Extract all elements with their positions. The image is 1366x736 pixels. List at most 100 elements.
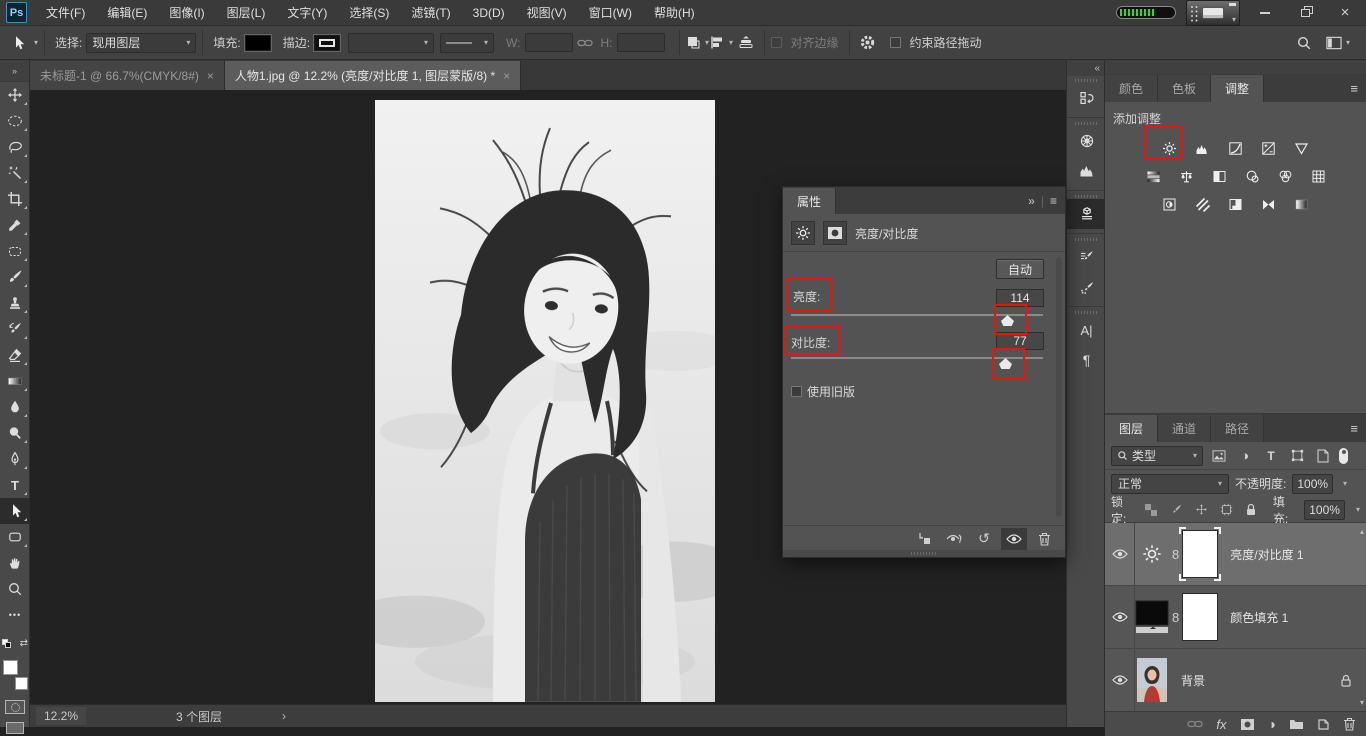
shape-tool-button[interactable] bbox=[0, 524, 30, 550]
character-panel-button[interactable]: A| bbox=[1067, 315, 1106, 345]
close-icon[interactable]: × bbox=[503, 69, 510, 83]
layer-style-fx-icon[interactable]: fx bbox=[1216, 717, 1226, 732]
panel-menu-icon[interactable]: ≡ bbox=[1342, 421, 1366, 436]
layer-mask-link-icon[interactable]: 8 bbox=[1172, 610, 1179, 625]
menu-view[interactable]: 视图(V) bbox=[516, 0, 578, 26]
threshold-adjustment-button[interactable] bbox=[1224, 193, 1248, 215]
mask-icon[interactable] bbox=[823, 221, 847, 245]
dodge-tool-button[interactable] bbox=[0, 420, 30, 446]
layer-name[interactable]: 背景 bbox=[1181, 672, 1205, 689]
document-tab-portrait[interactable]: 人物1.jpg @ 12.2% (亮度/对比度 1, 图层蒙版/8) * × bbox=[225, 61, 521, 90]
width-field[interactable] bbox=[525, 33, 573, 52]
menu-select[interactable]: 选择(S) bbox=[338, 0, 400, 26]
brush-tool-button[interactable] bbox=[0, 264, 30, 290]
status-arrow-button[interactable]: › bbox=[282, 709, 286, 723]
layer-filter-toggle[interactable] bbox=[1339, 448, 1348, 464]
path-arrangement-icon[interactable] bbox=[734, 32, 758, 54]
fill-chevron-icon[interactable]: ▾ bbox=[1356, 505, 1360, 514]
crop-tool-button[interactable] bbox=[0, 186, 30, 212]
fill-color-swatch[interactable] bbox=[245, 35, 271, 51]
layer-row-background[interactable]: 背景 ▾ bbox=[1105, 649, 1366, 711]
levels-adjustment-button[interactable] bbox=[1191, 137, 1215, 159]
tool-preset-chevron-icon[interactable]: ▾ bbox=[34, 38, 38, 47]
curves-adjustment-button[interactable] bbox=[1224, 137, 1248, 159]
stroke-color-swatch[interactable] bbox=[314, 35, 340, 51]
layer-visibility-toggle[interactable] bbox=[1105, 523, 1135, 585]
toggle-visibility-icon[interactable] bbox=[1001, 528, 1027, 550]
window-close-button[interactable]: × bbox=[1330, 3, 1360, 23]
color-lookup-adjustment-button[interactable] bbox=[1306, 165, 1330, 187]
opacity-chevron-icon[interactable]: ▾ bbox=[1343, 479, 1347, 488]
move-tool-button[interactable] bbox=[0, 82, 30, 108]
layer-name[interactable]: 颜色填充 1 bbox=[1230, 609, 1288, 626]
use-legacy-checkbox[interactable] bbox=[791, 386, 802, 397]
filter-image-layers-icon[interactable] bbox=[1209, 447, 1229, 465]
background-layer-thumbnail[interactable] bbox=[1135, 663, 1169, 697]
dock-collapse-button[interactable]: « bbox=[1067, 60, 1104, 76]
toolbar-collapse-button[interactable]: » bbox=[0, 60, 29, 82]
history-brush-tool-button[interactable] bbox=[0, 316, 30, 342]
black-white-adjustment-button[interactable] bbox=[1207, 165, 1231, 187]
view-previous-state-icon[interactable] bbox=[941, 528, 967, 550]
search-icon[interactable] bbox=[1292, 32, 1316, 54]
pen-tool-button[interactable] bbox=[0, 446, 30, 472]
lock-transparency-icon[interactable] bbox=[1142, 501, 1160, 519]
delete-adjustment-icon[interactable] bbox=[1031, 528, 1057, 550]
invert-adjustment-button[interactable] bbox=[1158, 193, 1182, 215]
navigator-panel-button[interactable] bbox=[1067, 126, 1106, 156]
vibrance-adjustment-button[interactable] bbox=[1290, 137, 1314, 159]
clip-to-layer-icon[interactable] bbox=[911, 528, 937, 550]
tab-color[interactable]: 颜色 bbox=[1105, 75, 1158, 102]
layer-visibility-toggle[interactable] bbox=[1105, 586, 1135, 648]
history-panel-button[interactable] bbox=[1067, 83, 1106, 113]
panel-menu-icon[interactable]: ≡ bbox=[1342, 81, 1366, 96]
window-restore-button[interactable] bbox=[1290, 3, 1320, 23]
input-method-widget[interactable]: ▾ bbox=[1186, 0, 1240, 26]
path-selection-tool-button[interactable] bbox=[0, 498, 30, 524]
document-tab-untitled[interactable]: 未标题-1 @ 66.7%(CMYK/8#) × bbox=[30, 61, 225, 90]
zoom-tool-button[interactable] bbox=[0, 576, 30, 602]
foreground-color-swatch[interactable] bbox=[3, 660, 18, 675]
selective-color-adjustment-button[interactable] bbox=[1290, 193, 1314, 215]
workspace-switcher-icon[interactable]: ▾ bbox=[1326, 32, 1350, 54]
delete-layer-icon[interactable] bbox=[1343, 717, 1356, 731]
link-dimensions-icon[interactable] bbox=[573, 32, 597, 54]
layer-row-brightness-contrast[interactable]: 8 亮度/对比度 1 ▴ bbox=[1105, 523, 1366, 586]
tab-adjustments[interactable]: 调整 bbox=[1211, 75, 1264, 102]
menu-help[interactable]: 帮助(H) bbox=[643, 0, 706, 26]
opacity-field[interactable]: 100% bbox=[1292, 474, 1333, 494]
properties-scrollbar[interactable] bbox=[1056, 257, 1062, 517]
color-balance-adjustment-button[interactable] bbox=[1174, 165, 1198, 187]
gradient-map-adjustment-button[interactable] bbox=[1257, 193, 1281, 215]
reset-icon[interactable]: ↺ bbox=[971, 528, 997, 550]
menu-image[interactable]: 图像(I) bbox=[158, 0, 215, 26]
gradient-tool-button[interactable] bbox=[0, 368, 30, 394]
new-group-icon[interactable] bbox=[1289, 718, 1304, 730]
new-adjustment-layer-icon[interactable]: ◑ bbox=[1268, 716, 1276, 732]
scroll-up-icon[interactable]: ▴ bbox=[1360, 527, 1364, 536]
eyedropper-tool-button[interactable] bbox=[0, 212, 30, 238]
panel-resize-grip[interactable] bbox=[783, 550, 1065, 557]
scroll-down-icon[interactable]: ▾ bbox=[1360, 698, 1364, 707]
exposure-adjustment-button[interactable] bbox=[1257, 137, 1281, 159]
close-icon[interactable]: × bbox=[207, 69, 214, 83]
foreground-background-swatches[interactable] bbox=[3, 660, 29, 690]
menu-filter[interactable]: 滤镜(T) bbox=[400, 0, 461, 26]
brush-panel-button[interactable] bbox=[1067, 272, 1106, 302]
filter-adjustment-layers-icon[interactable]: ◑ bbox=[1235, 447, 1255, 465]
menu-layer[interactable]: 图层(L) bbox=[216, 0, 277, 26]
screen-mode-button[interactable] bbox=[6, 722, 24, 734]
tab-properties[interactable]: 属性 bbox=[783, 188, 836, 214]
tab-swatches[interactable]: 色板 bbox=[1158, 75, 1211, 102]
channel-mixer-adjustment-button[interactable] bbox=[1273, 165, 1297, 187]
canvas-document[interactable] bbox=[375, 100, 715, 702]
layer-mask-link-icon[interactable]: 8 bbox=[1172, 547, 1179, 562]
lock-pixels-icon[interactable] bbox=[1167, 501, 1185, 519]
collapse-panel-icon[interactable]: » bbox=[1028, 194, 1035, 208]
tab-layers[interactable]: 图层 bbox=[1105, 415, 1158, 442]
marquee-tool-button[interactable] bbox=[0, 108, 30, 134]
hand-tool-button[interactable] bbox=[0, 550, 30, 576]
new-layer-icon[interactable] bbox=[1317, 718, 1330, 731]
panel-menu-icon[interactable]: ≡ bbox=[1050, 194, 1057, 208]
gear-icon[interactable] bbox=[856, 32, 880, 54]
